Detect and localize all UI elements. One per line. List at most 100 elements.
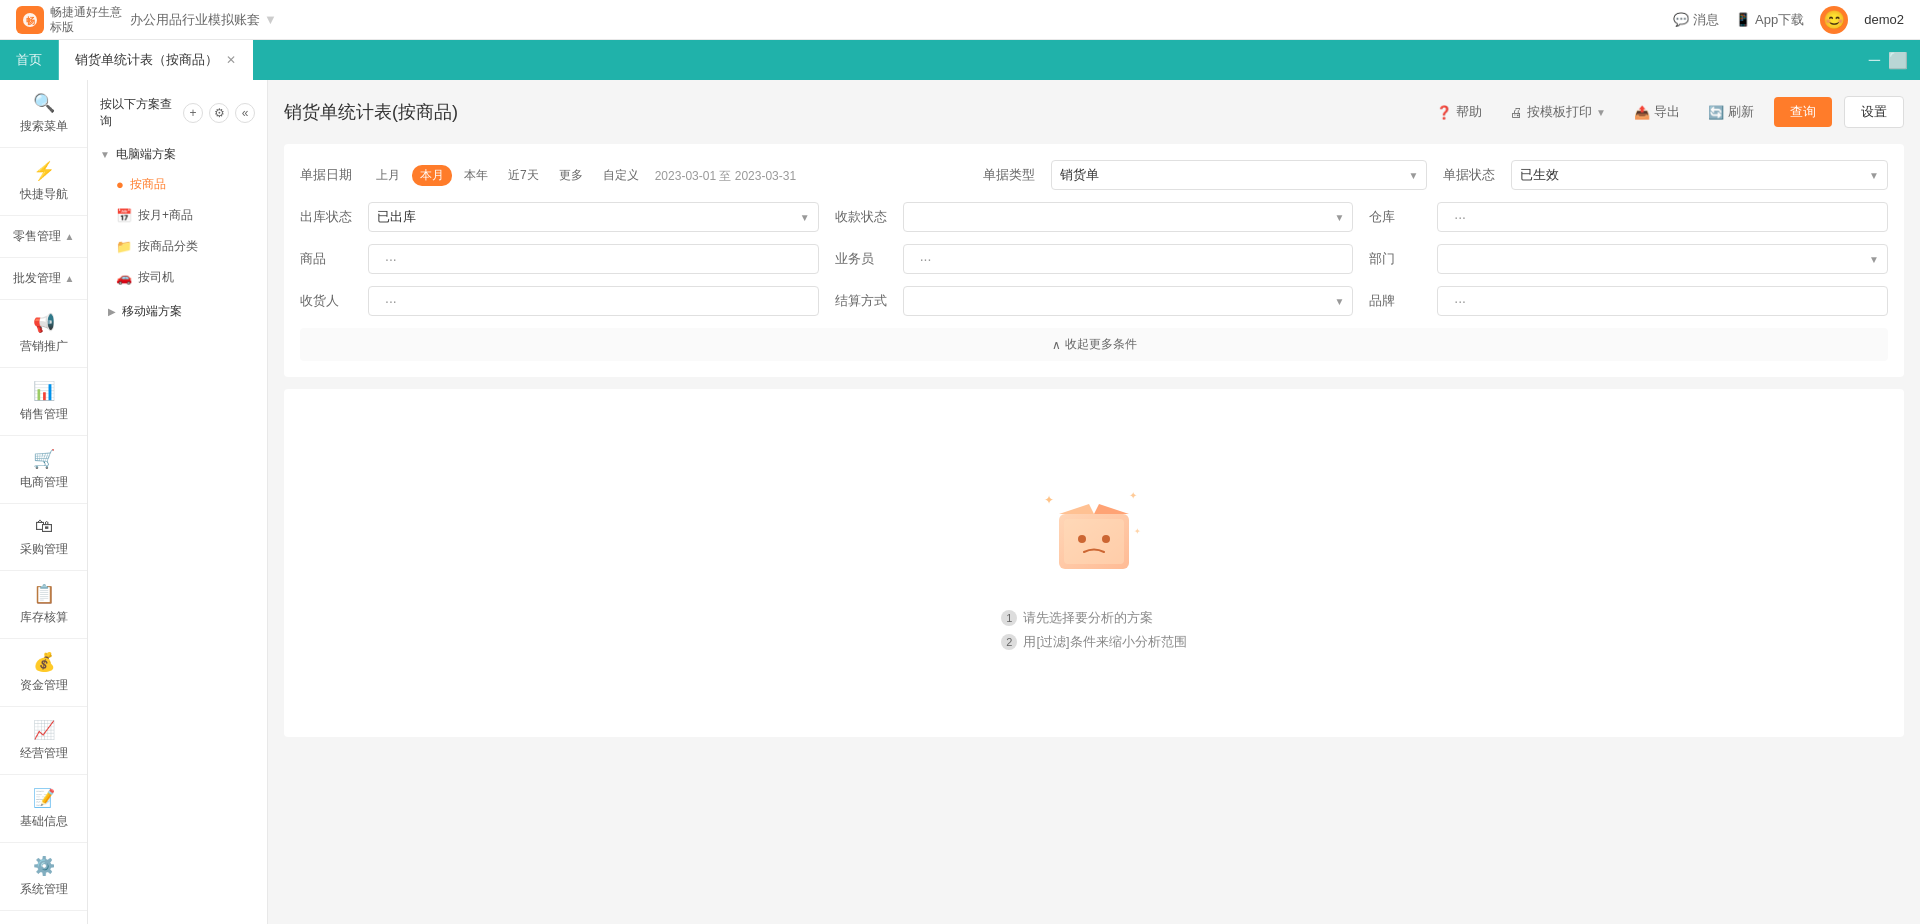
message-button[interactable]: 💬 消息 — [1673, 11, 1719, 29]
help-button[interactable]: ❓ 帮助 — [1428, 99, 1490, 125]
filter-department-label: 部门 — [1369, 250, 1429, 268]
sidebar: 🔍 搜索菜单 ⚡ 快捷导航 零售管理 ▲ 批发管理 ▲ 📢 营销推广 📊 销售管… — [0, 80, 88, 924]
product-dots-icon[interactable]: ··· — [385, 251, 397, 267]
nav-item-by-cashier[interactable]: 🚗 按司机 — [88, 262, 267, 293]
filter-salesperson-input[interactable]: ··· — [903, 244, 1354, 274]
export-button[interactable]: 📤 导出 — [1626, 99, 1688, 125]
help-icon: ❓ — [1436, 105, 1452, 120]
collapse-filter-button[interactable]: ∧ 收起更多条件 — [300, 328, 1888, 361]
settings-scheme-button[interactable]: ⚙ — [209, 103, 229, 123]
sidebar-item-sys-mgmt[interactable]: ⚙️ 系统管理 — [0, 843, 87, 911]
nav-pc-section-header[interactable]: ▼ 电脑端方案 — [88, 140, 267, 169]
nav-mobile-section-title: 移动端方案 — [122, 303, 182, 320]
sidebar-item-inventory[interactable]: 📋 库存核算 — [0, 571, 87, 639]
warehouse-dots-icon[interactable]: ··· — [1454, 209, 1466, 225]
tab-maximize-icon[interactable]: ⬜ — [1888, 51, 1908, 70]
breadcrumb[interactable]: 办公用品行业模拟账套 ▼ — [130, 11, 277, 29]
tab-home[interactable]: 首页 — [0, 40, 59, 80]
sidebar-item-sales-mgmt-label: 销售管理 — [20, 406, 68, 423]
username[interactable]: demo2 — [1864, 12, 1904, 27]
filter-product-input[interactable]: ··· — [368, 244, 819, 274]
sidebar-item-ops-mgmt-label: 经营管理 — [20, 745, 68, 762]
sidebar-item-search-menu[interactable]: 🔍 搜索菜单 — [0, 80, 87, 148]
empty-state-icon: ✦ ✦ ✦ — [1034, 469, 1154, 589]
filter-payment-status-select[interactable]: ▼ — [903, 202, 1354, 232]
nav-mobile-section-header[interactable]: ▶ 移动端方案 — [88, 297, 267, 326]
print-icon: 🖨 — [1510, 105, 1523, 120]
salesperson-dots-icon[interactable]: ··· — [920, 251, 932, 267]
nav-item-by-product-category[interactable]: 📁 按商品分类 — [88, 231, 267, 262]
filter-receiver-label: 收货人 — [300, 292, 360, 310]
sidebar-item-quick-nav[interactable]: ⚡ 快捷导航 — [0, 148, 87, 216]
sidebar-item-ecom-mgmt[interactable]: 🛒 电商管理 — [0, 436, 87, 504]
finance-icon: 💰 — [33, 651, 55, 673]
svg-text:✦: ✦ — [1044, 493, 1054, 507]
sidebar-item-purchase-mgmt[interactable]: 🛍 采购管理 — [0, 504, 87, 571]
nav-pc-section-title: 电脑端方案 — [116, 146, 176, 163]
nav-item-by-product[interactable]: ● 按商品 — [88, 169, 267, 200]
tab-sales-stat[interactable]: 销货单统计表（按商品） ✕ — [59, 40, 253, 80]
refresh-icon: 🔄 — [1708, 105, 1724, 120]
tip-num-2: 2 — [1001, 634, 1017, 650]
brand-dots-icon[interactable]: ··· — [1454, 293, 1466, 309]
by-product-category-icon: 📁 — [116, 239, 132, 254]
custom-btn[interactable]: 自定义 — [595, 165, 647, 186]
breadcrumb-arrow-icon: ▼ — [264, 12, 277, 27]
left-nav-title: 按以下方案查询 — [100, 96, 183, 130]
page-title: 销货单统计表(按商品) — [284, 100, 458, 124]
settings-icon: ⚙ — [214, 106, 225, 120]
filter-document-type-select[interactable]: 销货单 ▼ — [1051, 160, 1428, 190]
filter-brand-input[interactable]: ··· — [1437, 286, 1888, 316]
more-btn[interactable]: 更多 — [551, 165, 591, 186]
sidebar-item-sales-mgmt[interactable]: 📊 销售管理 — [0, 368, 87, 436]
app-download-button[interactable]: 📱 App下载 — [1735, 11, 1804, 29]
document-status-arrow-icon: ▼ — [1869, 170, 1879, 181]
inventory-icon: 📋 — [33, 583, 55, 605]
sidebar-item-basic-info[interactable]: 📝 基础信息 — [0, 775, 87, 843]
sidebar-item-basic-info-label: 基础信息 — [20, 813, 68, 830]
collapse-up-icon: ∧ — [1052, 338, 1061, 352]
filter-receiver: 收货人 ··· — [300, 286, 819, 316]
empty-tips: 1 请先选择要分析的方案 2 用[过滤]条件来缩小分析范围 — [1001, 609, 1186, 657]
print-button[interactable]: 🖨 按模板打印 ▼ — [1502, 99, 1614, 125]
sidebar-item-ops-mgmt[interactable]: 📈 经营管理 — [0, 707, 87, 775]
avatar[interactable]: 😊 — [1820, 6, 1848, 34]
settings-button[interactable]: 设置 — [1844, 96, 1904, 128]
this-month-btn[interactable]: 本月 — [412, 165, 452, 186]
receiver-dots-icon[interactable]: ··· — [385, 293, 397, 309]
filter-payment-status-label: 收款状态 — [835, 208, 895, 226]
query-button[interactable]: 查询 — [1774, 97, 1832, 127]
department-arrow-icon: ▼ — [1869, 254, 1879, 265]
nav-item-by-cashier-label: 按司机 — [138, 269, 174, 286]
nav-item-by-month-product[interactable]: 📅 按月+商品 — [88, 200, 267, 231]
filter-settlement-method-select[interactable]: ▼ — [903, 286, 1354, 316]
filter-document-status: 单据状态 已生效 ▼ — [1443, 160, 1888, 190]
tab-close-icon[interactable]: ✕ — [226, 53, 236, 67]
filter-warehouse-input[interactable]: ··· — [1437, 202, 1888, 232]
collapse-nav-button[interactable]: « — [235, 103, 255, 123]
filter-brand-label: 品牌 — [1369, 292, 1429, 310]
top-bar-right: 💬 消息 📱 App下载 😊 demo2 — [1673, 6, 1904, 34]
sidebar-item-marketing[interactable]: 📢 营销推广 — [0, 300, 87, 368]
filter-department-select[interactable]: ▼ — [1437, 244, 1888, 274]
payment-status-arrow-icon: ▼ — [1334, 212, 1344, 223]
refresh-button[interactable]: 🔄 刷新 — [1700, 99, 1762, 125]
sidebar-item-finance-mgmt[interactable]: 💰 资金管理 — [0, 639, 87, 707]
tab-minimize-icon[interactable]: ─ — [1869, 51, 1880, 69]
sidebar-item-retail-mgmt[interactable]: 零售管理 ▲ — [0, 216, 87, 258]
prev-month-btn[interactable]: 上月 — [368, 165, 408, 186]
add-scheme-button[interactable]: + — [183, 103, 203, 123]
sidebar-item-wholesale-mgmt[interactable]: 批发管理 ▲ — [0, 258, 87, 300]
nav-item-by-product-label: 按商品 — [130, 176, 166, 193]
this-year-btn[interactable]: 本年 — [456, 165, 496, 186]
filter-receiver-input[interactable]: ··· — [368, 286, 819, 316]
ops-icon: 📈 — [33, 719, 55, 741]
filter-document-status-select[interactable]: 已生效 ▼ — [1511, 160, 1888, 190]
last-7-days-btn[interactable]: 近7天 — [500, 165, 547, 186]
filter-warehouse-out-select[interactable]: 已出库 ▼ — [368, 202, 819, 232]
filter-salesperson-label: 业务员 — [835, 250, 895, 268]
tip-num-1: 1 — [1001, 610, 1017, 626]
date-range-display: 2023-03-01 至 2023-03-31 — [655, 168, 796, 185]
sidebar-item-enterprise-coop[interactable]: 🤝 企业协同 — [0, 911, 87, 924]
sidebar-item-retail-mgmt-label: 零售管理 — [13, 228, 61, 245]
